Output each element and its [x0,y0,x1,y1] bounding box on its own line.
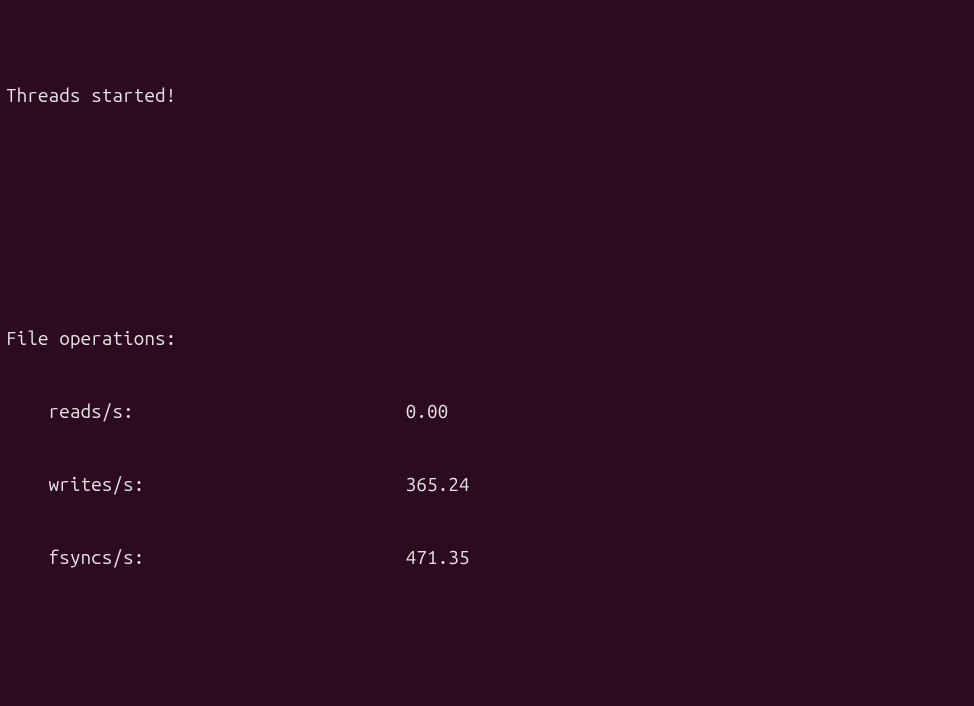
stat-value: 471.35 [406,545,470,569]
fileops-title: File operations: [6,326,968,350]
stat-label: writes/s: [6,472,144,496]
stat-label: reads/s: [6,399,134,423]
fileops-row: reads/s: 0.00 [6,399,968,423]
stat-value: 0.00 [406,399,449,423]
blank-line [6,156,968,180]
section-title: File operations: [6,326,176,350]
terminal-output: Threads started! File operations: reads/… [0,0,974,706]
threads-started-line: Threads started! [6,83,968,107]
stat-value: 365.24 [406,472,470,496]
blank-line [6,229,968,253]
fileops-row: fsyncs/s: 471.35 [6,545,968,569]
blank-line [6,618,968,642]
header-text: Threads started! [6,83,176,107]
fileops-row: writes/s: 365.24 [6,472,968,496]
stat-label: fsyncs/s: [6,545,144,569]
